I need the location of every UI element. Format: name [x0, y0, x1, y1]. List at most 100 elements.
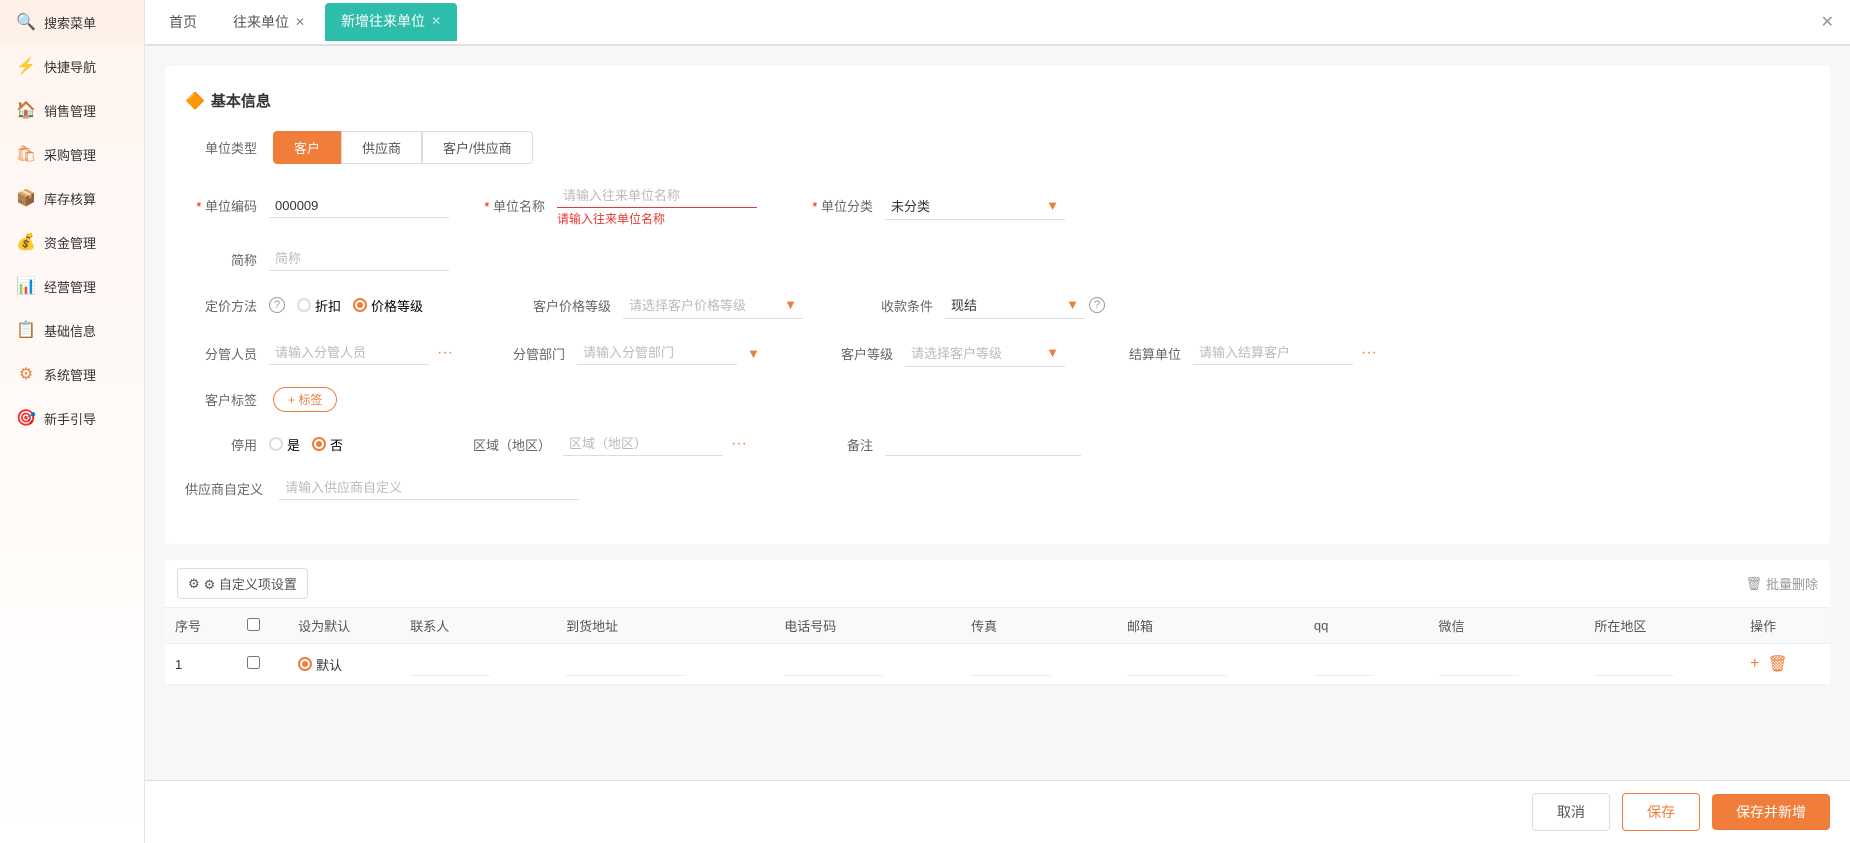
save-button[interactable]: 保存 [1622, 793, 1700, 831]
col-check [237, 608, 288, 644]
customer-price-level-group: 客户价格等级 请选择客户价格等级 ▼ [533, 291, 853, 319]
qq-input[interactable] [1314, 652, 1374, 676]
manager-more-btn[interactable]: ··· [433, 344, 457, 362]
col-fax: 传真 [961, 608, 1117, 644]
row-qq [1304, 644, 1429, 685]
short-name-label: 简称 [185, 250, 265, 269]
radio-discount[interactable]: 折扣 [297, 296, 341, 315]
close-partners-tab[interactable]: ✕ [295, 15, 305, 29]
remark-input[interactable] [885, 432, 1081, 456]
select-all-checkbox[interactable] [247, 618, 260, 631]
row-checkbox[interactable] [247, 656, 260, 669]
sidebar: 🔍 搜索菜单 ⚡ 快捷导航 🏠 销售管理 🛍 采购管理 📦 库存核算 💰 资金管… [0, 0, 145, 843]
tab-partners[interactable]: 往来单位 ✕ [217, 4, 321, 40]
wechat-input[interactable] [1439, 652, 1519, 676]
sidebar-item-finance[interactable]: 💰 资金管理 [0, 220, 144, 264]
short-name-input[interactable] [269, 247, 449, 271]
remark-group: 备注 [801, 432, 1081, 456]
department-input[interactable] [577, 341, 737, 365]
department-select[interactable]: ▼ [741, 342, 766, 365]
radio-disabled-no[interactable]: 否 [312, 435, 343, 454]
col-email: 邮箱 [1117, 608, 1304, 644]
customize-btn[interactable]: ⚙ ⚙ 自定义项设置 [177, 568, 308, 599]
row-default: 默认 [288, 644, 400, 685]
tag-row: 客户标签 + 标签 [185, 387, 1810, 412]
sidebar-item-purchase[interactable]: 🛍 采购管理 [0, 132, 144, 176]
type-btn-customer[interactable]: 客户 [273, 131, 341, 164]
region-input[interactable] [563, 432, 723, 456]
batch-delete-btn[interactable]: 🗑 批量删除 [1745, 574, 1818, 593]
sidebar-item-search[interactable]: 🔍 搜索菜单 [0, 0, 144, 44]
add-tag-button[interactable]: + 标签 [273, 387, 337, 412]
customer-level-label: 客户等级 [821, 344, 901, 363]
disabled-row: 停用 是 否 区域（地区） ··· [185, 432, 1810, 456]
finance-icon: 💰 [16, 232, 36, 252]
radio-price-level[interactable]: 价格等级 [353, 296, 423, 315]
cancel-button[interactable]: 取消 [1532, 793, 1610, 831]
close-all-tabs[interactable]: ✕ [1813, 8, 1842, 36]
customer-level-select[interactable]: 请选择客户等级 ▼ [905, 339, 1065, 367]
payment-help-icon[interactable]: ? [1089, 297, 1105, 313]
operation-icon: 📊 [16, 276, 36, 296]
gear-icon: ⚙ [188, 576, 200, 592]
basic-info-card: 🔶 基本信息 单位类型 客户 供应商 客户/供应商 单位编码 单位 [165, 66, 1830, 544]
sidebar-item-guide[interactable]: 🎯 新手引导 [0, 396, 144, 440]
manager-input[interactable] [269, 341, 429, 365]
pricing-method-label: 定价方法 [185, 296, 265, 315]
sidebar-item-system[interactable]: ⚙ 系统管理 [0, 352, 144, 396]
contact-input[interactable] [410, 652, 490, 676]
pricing-help-icon[interactable]: ? [269, 297, 285, 313]
customer-price-level-select[interactable]: 请选择客户价格等级 ▼ [623, 291, 803, 319]
form-footer: 取消 保存 保存并新增 [145, 780, 1850, 843]
unit-name-input[interactable] [557, 184, 757, 208]
unit-basic-row: 单位编码 单位名称 请输入往来单位名称 单位分类 未分类 ▼ [185, 184, 1810, 227]
unit-category-select[interactable]: 未分类 ▼ [885, 192, 1065, 220]
save-and-new-button[interactable]: 保存并新增 [1712, 794, 1830, 830]
sidebar-item-basic[interactable]: 📋 基础信息 [0, 308, 144, 352]
row-fax [961, 644, 1117, 685]
add-row-btn[interactable]: + [1750, 655, 1759, 673]
disabled-group: 停用 是 否 [185, 435, 465, 454]
row-wechat [1429, 644, 1585, 685]
inventory-icon: 📦 [16, 188, 36, 208]
tab-home[interactable]: 首页 [153, 4, 213, 40]
unit-code-label: 单位编码 [185, 196, 265, 215]
main-area: 首页 往来单位 ✕ 新增往来单位 ✕ ✕ 🔶 基本信息 单位类型 客户 供应商 [145, 0, 1850, 843]
sidebar-item-sales[interactable]: 🏠 销售管理 [0, 88, 144, 132]
region-label: 区域（地区） [473, 435, 559, 454]
sidebar-item-operation[interactable]: 📊 经营管理 [0, 264, 144, 308]
settlement-unit-input[interactable] [1193, 341, 1353, 365]
guide-icon: 🎯 [16, 408, 36, 428]
row-email [1117, 644, 1304, 685]
fax-input[interactable] [971, 652, 1051, 676]
row-address [556, 644, 774, 685]
row-contact [400, 644, 556, 685]
chevron-down-icon: ▼ [1046, 198, 1059, 213]
row-default-radio[interactable]: 默认 [298, 655, 390, 674]
department-label: 分管部门 [493, 344, 573, 363]
payment-terms-select[interactable]: 现结 ▼ [945, 291, 1085, 319]
sidebar-item-inventory[interactable]: 📦 库存核算 [0, 176, 144, 220]
type-btn-both[interactable]: 客户/供应商 [422, 131, 533, 164]
basic-icon: 📋 [16, 320, 36, 340]
manager-group: 分管人员 ··· [185, 341, 485, 365]
settlement-more-btn[interactable]: ··· [1357, 344, 1381, 362]
customer-level-group: 客户等级 请选择客户等级 ▼ [821, 339, 1101, 367]
unit-code-input[interactable] [269, 194, 449, 218]
row-action-btns: + 🗑 [1740, 644, 1830, 685]
address-input[interactable] [566, 652, 686, 676]
section-title: 基本信息 [211, 90, 271, 111]
region-more-btn[interactable]: ··· [727, 435, 751, 453]
col-actions: 操作 [1740, 608, 1830, 644]
delete-row-btn[interactable]: 🗑 [1767, 654, 1787, 674]
phone-input[interactable] [784, 652, 884, 676]
radio-disabled-yes[interactable]: 是 [269, 435, 300, 454]
type-btn-supplier[interactable]: 供应商 [341, 131, 422, 164]
tab-new-partner[interactable]: 新增往来单位 ✕ [325, 3, 457, 41]
sidebar-item-quicknav[interactable]: ⚡ 快捷导航 [0, 44, 144, 88]
email-input[interactable] [1127, 652, 1227, 676]
chevron-down-icon3: ▼ [1066, 297, 1079, 312]
close-new-partner-tab[interactable]: ✕ [431, 14, 441, 28]
supplier-custom-input[interactable] [279, 476, 579, 500]
row-region-input[interactable] [1594, 652, 1674, 676]
